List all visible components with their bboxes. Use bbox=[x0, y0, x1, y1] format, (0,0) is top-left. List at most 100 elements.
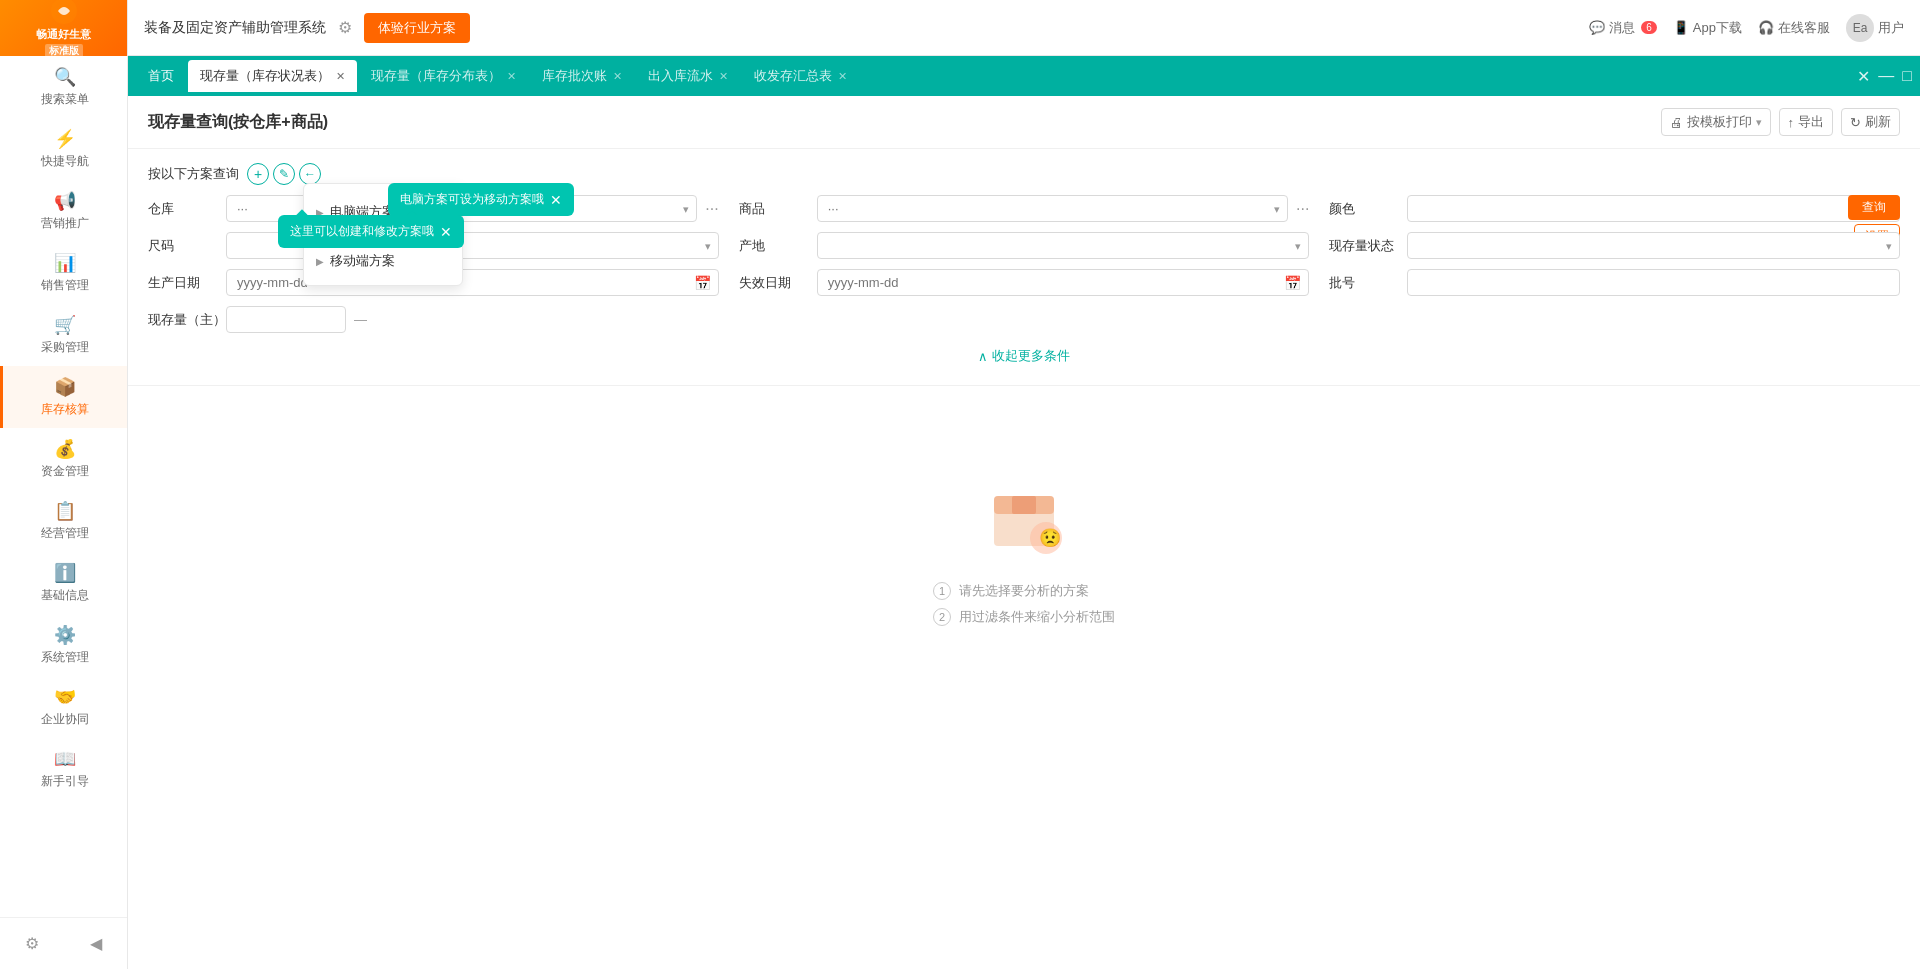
tab-close-inventory-distribution[interactable]: ✕ bbox=[507, 70, 516, 83]
sidebar-item-inventory[interactable]: 📦 库存核算 bbox=[0, 366, 127, 428]
sidebar-item-finance[interactable]: 💰 资金管理 bbox=[0, 428, 127, 490]
sidebar-item-marketing[interactable]: 📢 营销推广 bbox=[0, 180, 127, 242]
goods-input[interactable] bbox=[817, 195, 1288, 222]
sidebar-item-purchase[interactable]: 🛒 采购管理 bbox=[0, 304, 127, 366]
tab-io-flow-label: 出入库流水 bbox=[648, 67, 713, 85]
goods-select-wrap bbox=[817, 195, 1288, 222]
add-scheme-btn[interactable]: + bbox=[247, 163, 269, 185]
origin-label: 产地 bbox=[739, 237, 809, 255]
tab-inventory-distribution-label: 现存量（库存分布表） bbox=[371, 67, 501, 85]
print-icon: 🖨 bbox=[1670, 115, 1683, 130]
collapse-filter-btn[interactable]: ∧ 收起更多条件 bbox=[148, 341, 1900, 371]
stock-status-select[interactable] bbox=[1407, 232, 1900, 259]
tab-receive-send[interactable]: 收发存汇总表 ✕ bbox=[742, 60, 859, 92]
tab-close-batch-account[interactable]: ✕ bbox=[613, 70, 622, 83]
print-template-btn[interactable]: 🖨 按模板打印 ▾ bbox=[1661, 108, 1771, 136]
message-badge: 6 bbox=[1641, 21, 1657, 34]
empty-tip-1: 1 请先选择要分析的方案 bbox=[933, 582, 1115, 600]
goods-more-btn[interactable]: ··· bbox=[1296, 200, 1309, 218]
tab-home[interactable]: 首页 bbox=[136, 60, 186, 92]
empty-tip-2: 2 用过滤条件来缩小分析范围 bbox=[933, 608, 1115, 626]
color-select-wrap bbox=[1407, 195, 1900, 222]
chevron-right-icon-2: ▶ bbox=[316, 256, 324, 267]
tab-close-receive-send[interactable]: ✕ bbox=[838, 70, 847, 83]
tab-minimize-btn[interactable]: — bbox=[1878, 67, 1894, 86]
sidebar-item-basic-info[interactable]: ℹ️ 基础信息 bbox=[0, 552, 127, 614]
sidebar-item-newbie[interactable]: 📖 新手引导 bbox=[0, 738, 127, 800]
message-action[interactable]: 💬 消息 6 bbox=[1589, 19, 1657, 37]
batch-input[interactable] bbox=[1407, 269, 1900, 296]
tooltip2-close-btn[interactable]: ✕ bbox=[440, 225, 452, 239]
sidebar-item-sales[interactable]: 📊 销售管理 bbox=[0, 242, 127, 304]
sidebar-item-enterprise[interactable]: 🤝 企业协同 bbox=[0, 676, 127, 738]
sidebar-nav: 🔍 搜索菜单 ⚡ 快捷导航 📢 营销推广 📊 销售管理 🛒 采购管理 📦 库存核… bbox=[0, 56, 127, 917]
industry-btn[interactable]: 体验行业方案 bbox=[364, 13, 470, 43]
sales-icon: 📊 bbox=[54, 252, 76, 274]
quick-nav-icon: ⚡ bbox=[54, 128, 76, 150]
tooltip2-text: 这里可以创建和修改方案哦 bbox=[290, 223, 434, 240]
system-icon: ⚙️ bbox=[54, 624, 76, 646]
sidebar-item-quick-nav[interactable]: ⚡ 快捷导航 bbox=[0, 118, 127, 180]
production-date-input[interactable] bbox=[226, 269, 719, 296]
stock-qty-label: 现存量（主） bbox=[148, 311, 218, 329]
filter-header: 按以下方案查询 + ✎ ← 电脑方案可设为移动方案哦 ✕ ▶ bbox=[148, 163, 1900, 185]
tooltip1-close-btn[interactable]: ✕ bbox=[550, 193, 562, 207]
edit-scheme-btn[interactable]: ✎ bbox=[273, 163, 295, 185]
export-btn[interactable]: ↑ 导出 bbox=[1779, 108, 1834, 136]
origin-select-wrap bbox=[817, 232, 1310, 259]
color-select[interactable] bbox=[1407, 195, 1900, 222]
qty-dash: — bbox=[354, 312, 367, 327]
tab-io-flow[interactable]: 出入库流水 ✕ bbox=[636, 60, 740, 92]
expiry-date-input[interactable] bbox=[817, 269, 1310, 296]
color-filter: 颜色 查询 设置 bbox=[1329, 195, 1900, 222]
header-left: 装备及固定资产辅助管理系统 ⚙ 体验行业方案 bbox=[144, 13, 470, 43]
online-support-action[interactable]: 🎧 在线客服 bbox=[1758, 19, 1830, 37]
tab-close-inventory-status[interactable]: ✕ bbox=[336, 70, 345, 83]
tab-close-io-flow[interactable]: ✕ bbox=[719, 70, 728, 83]
content-area: 现存量查询(按仓库+商品) 🖨 按模板打印 ▾ ↑ 导出 ↻ 刷新 bbox=[128, 96, 1920, 969]
tab-receive-send-label: 收发存汇总表 bbox=[754, 67, 832, 85]
tooltip-create-scheme: 这里可以创建和修改方案哦 ✕ bbox=[278, 215, 464, 248]
tab-close-all-btn[interactable]: ✕ bbox=[1857, 67, 1870, 86]
message-label: 消息 bbox=[1609, 19, 1635, 37]
settings-gear-icon[interactable]: ⚙ bbox=[338, 18, 352, 37]
export-icon: ↑ bbox=[1788, 115, 1795, 130]
logo-title: 畅通好生意 bbox=[36, 27, 91, 41]
search-btn[interactable]: 查询 bbox=[1848, 195, 1900, 220]
sidebar-item-system[interactable]: ⚙️ 系统管理 bbox=[0, 614, 127, 676]
mobile-scheme-label: 移动端方案 bbox=[330, 252, 395, 270]
enterprise-icon: 🤝 bbox=[54, 686, 76, 708]
origin-select[interactable] bbox=[817, 232, 1310, 259]
warehouse-more-btn[interactable]: ··· bbox=[705, 200, 718, 218]
tab-batch-account[interactable]: 库存批次账 ✕ bbox=[530, 60, 634, 92]
svg-rect-3 bbox=[1012, 496, 1036, 514]
tab-inventory-distribution[interactable]: 现存量（库存分布表） ✕ bbox=[359, 60, 528, 92]
expiry-date-filter: 失效日期 📅 bbox=[739, 269, 1310, 296]
top-header: 装备及固定资产辅助管理系统 ⚙ 体验行业方案 💬 消息 6 📱 App下载 🎧 … bbox=[128, 0, 1920, 56]
empty-tip-2-text: 用过滤条件来缩小分析范围 bbox=[959, 608, 1115, 626]
refresh-label: 刷新 bbox=[1865, 113, 1891, 131]
tab-maximize-btn[interactable]: □ bbox=[1902, 67, 1912, 86]
step-1-num: 1 bbox=[933, 582, 951, 600]
operations-icon: 📋 bbox=[54, 500, 76, 522]
sidebar-item-search-menu[interactable]: 🔍 搜索菜单 bbox=[0, 56, 127, 118]
tab-inventory-status[interactable]: 现存量（库存状况表） ✕ bbox=[188, 60, 357, 92]
sidebar-item-operations[interactable]: 📋 经营管理 bbox=[0, 490, 127, 552]
user-action[interactable]: Ea 用户 bbox=[1846, 14, 1904, 42]
marketing-icon: 📢 bbox=[54, 190, 76, 212]
collapse-sidebar-btn[interactable]: ◀ bbox=[82, 930, 110, 957]
tab-bar: 首页 现存量（库存状况表） ✕ 现存量（库存分布表） ✕ 库存批次账 ✕ 出入库… bbox=[128, 56, 1920, 96]
basic-info-icon: ℹ️ bbox=[54, 562, 76, 584]
back-scheme-btn[interactable]: ← bbox=[299, 163, 321, 185]
chevron-up-icon: ∧ bbox=[978, 349, 988, 364]
settings-bottom-btn[interactable]: ⚙ bbox=[17, 930, 47, 957]
mobile-scheme-row[interactable]: ▶ 移动端方案 bbox=[316, 249, 450, 273]
refresh-btn[interactable]: ↻ 刷新 bbox=[1841, 108, 1900, 136]
sidebar-item-label: 系统管理 bbox=[41, 649, 89, 666]
stock-qty-min-input[interactable] bbox=[226, 306, 346, 333]
app-download-label: App下载 bbox=[1693, 19, 1742, 37]
user-label: 用户 bbox=[1878, 19, 1904, 37]
empty-tip-1-text: 请先选择要分析的方案 bbox=[959, 582, 1089, 600]
stock-status-filter: 现存量状态 bbox=[1329, 232, 1900, 259]
app-download-action[interactable]: 📱 App下载 bbox=[1673, 19, 1742, 37]
